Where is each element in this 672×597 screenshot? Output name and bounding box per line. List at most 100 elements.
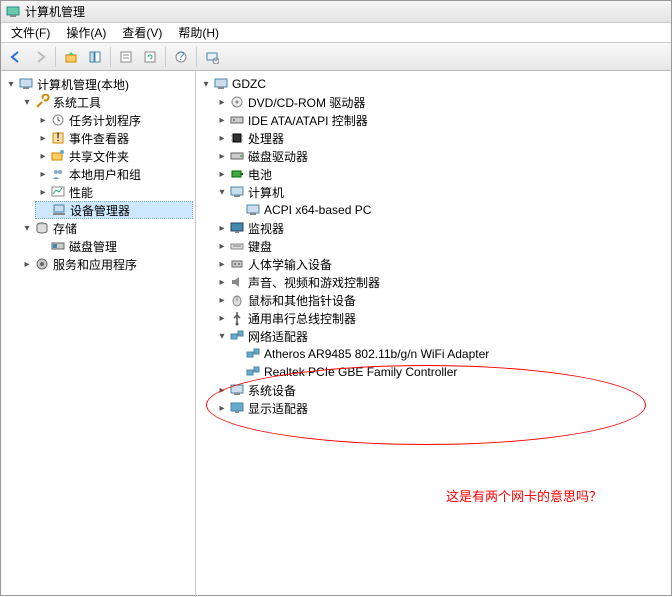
menu-help[interactable]: 帮助(H)	[172, 22, 225, 43]
node-battery[interactable]: ▸ 电池	[214, 165, 669, 183]
node-label: 鼠标和其他指针设备	[248, 292, 356, 309]
node-ide[interactable]: ▸IDE ATA/ATAPI 控制器	[214, 111, 669, 129]
node-label: 事件查看器	[69, 130, 129, 147]
sound-icon	[229, 274, 245, 290]
collapse-icon[interactable]: ▾	[21, 222, 33, 234]
clock-icon	[50, 112, 66, 128]
node-sound[interactable]: ▸ 声音、视频和游戏控制器	[214, 273, 669, 291]
node-performance[interactable]: ▸性能	[35, 183, 193, 201]
collapse-icon[interactable]: ▾	[200, 78, 212, 90]
menu-action[interactable]: 操作(A)	[60, 22, 112, 43]
expand-icon[interactable]: ▸	[216, 168, 228, 180]
node-label: 本地用户和组	[69, 166, 141, 183]
node-disk-mgmt[interactable]: 磁盘管理	[35, 237, 193, 255]
node-acpi[interactable]: ACPI x64-based PC	[230, 201, 669, 219]
node-label: 设备管理器	[70, 202, 130, 219]
node-label: Realtek PCIe GBE Family Controller	[264, 365, 457, 379]
help-button[interactable]: ?	[170, 46, 192, 68]
node-storage[interactable]: ▾ 存储	[19, 219, 193, 237]
show-hide-button[interactable]	[84, 46, 106, 68]
expand-icon[interactable]: ▸	[216, 222, 228, 234]
services-icon	[34, 256, 50, 272]
expand-icon[interactable]: ▸	[216, 96, 228, 108]
collapse-icon[interactable]: ▾	[21, 96, 33, 108]
expand-icon[interactable]: ▸	[216, 384, 228, 396]
expand-icon[interactable]: ▸	[216, 240, 228, 252]
node-task-scheduler[interactable]: ▸任务计划程序	[35, 111, 193, 129]
node-label: GDZC	[232, 77, 266, 91]
svg-text:?: ?	[178, 50, 185, 63]
node-device-manager[interactable]: 设备管理器	[35, 201, 193, 219]
node-label: DVD/CD-ROM 驱动器	[248, 94, 365, 111]
node-mouse[interactable]: ▸ 鼠标和其他指针设备	[214, 291, 669, 309]
node-computer-root[interactable]: ▾ GDZC	[198, 75, 669, 93]
expand-icon[interactable]: ▸	[216, 294, 228, 306]
left-pane: ▾ 计算机管理(本地) ▾ 系统工具 ▸任务计划程序 ▸!事件查看器	[1, 71, 196, 597]
forward-button[interactable]	[29, 46, 51, 68]
node-monitor[interactable]: ▸监视器	[214, 219, 669, 237]
menu-view[interactable]: 查看(V)	[116, 22, 168, 43]
computer-icon	[245, 202, 261, 218]
expand-icon[interactable]: ▸	[216, 402, 228, 414]
node-label: 服务和应用程序	[53, 256, 137, 273]
expand-icon[interactable]: ▸	[216, 150, 228, 162]
expand-icon[interactable]: ▸	[37, 114, 49, 126]
node-cpu[interactable]: ▸处理器	[214, 129, 669, 147]
node-label: 电池	[248, 166, 272, 183]
blank-icon	[232, 348, 244, 360]
refresh-button[interactable]	[139, 46, 161, 68]
node-ethernet-adapter[interactable]: Realtek PCIe GBE Family Controller	[230, 363, 669, 381]
app-icon	[5, 4, 21, 20]
storage-icon	[34, 220, 50, 236]
scan-button[interactable]	[201, 46, 223, 68]
up-button[interactable]	[60, 46, 82, 68]
node-root[interactable]: ▾ 计算机管理(本地)	[3, 75, 193, 93]
node-sysdev[interactable]: ▸系统设备	[214, 381, 669, 399]
collapse-icon[interactable]: ▾	[216, 330, 228, 342]
expand-icon[interactable]: ▸	[21, 258, 33, 270]
node-label: 磁盘管理	[69, 238, 117, 255]
titlebar: 计算机管理	[1, 1, 671, 23]
collapse-icon[interactable]: ▾	[5, 78, 17, 90]
expand-icon[interactable]: ▸	[37, 150, 49, 162]
node-dvd[interactable]: ▸ DVD/CD-ROM 驱动器	[214, 93, 669, 111]
node-event-viewer[interactable]: ▸!事件查看器	[35, 129, 193, 147]
collapse-icon[interactable]: ▾	[216, 186, 228, 198]
toolbar-separator	[165, 47, 166, 67]
node-netadapter[interactable]: ▾网络适配器	[214, 327, 669, 345]
expand-icon[interactable]: ▸	[216, 258, 228, 270]
menu-file[interactable]: 文件(F)	[5, 22, 56, 43]
computer-mgmt-icon	[18, 76, 34, 92]
share-icon	[50, 148, 66, 164]
node-computer-cat[interactable]: ▾ 计算机	[214, 183, 669, 201]
expand-icon[interactable]: ▸	[37, 132, 49, 144]
node-system-tools[interactable]: ▾ 系统工具	[19, 93, 193, 111]
back-button[interactable]	[5, 46, 27, 68]
expand-icon[interactable]: ▸	[216, 132, 228, 144]
network-icon	[229, 328, 245, 344]
node-local-users[interactable]: ▸ 本地用户和组	[35, 165, 193, 183]
expand-icon[interactable]: ▸	[216, 276, 228, 288]
node-usb[interactable]: ▸通用串行总线控制器	[214, 309, 669, 327]
expand-icon[interactable]: ▸	[37, 168, 49, 180]
expand-icon[interactable]: ▸	[37, 186, 49, 198]
dvd-icon	[229, 94, 245, 110]
blank-icon	[232, 204, 244, 216]
properties-button[interactable]	[115, 46, 137, 68]
node-label: 声音、视频和游戏控制器	[248, 274, 380, 291]
node-label: 键盘	[248, 238, 272, 255]
node-disk-drives[interactable]: ▸ 磁盘驱动器	[214, 147, 669, 165]
node-hid[interactable]: ▸人体学输入设备	[214, 255, 669, 273]
node-services[interactable]: ▸ 服务和应用程序	[19, 255, 193, 273]
node-label: 磁盘驱动器	[248, 148, 308, 165]
node-shared-folders[interactable]: ▸共享文件夹	[35, 147, 193, 165]
system-icon	[229, 382, 245, 398]
node-wifi-adapter[interactable]: Atheros AR9485 802.11b/g/n WiFi Adapter	[230, 345, 669, 363]
device-mgr-icon	[51, 202, 67, 218]
expand-icon[interactable]: ▸	[216, 114, 228, 126]
node-keyboard[interactable]: ▸ 键盘	[214, 237, 669, 255]
node-label: 计算机	[248, 184, 284, 201]
node-label: 存储	[53, 220, 77, 237]
node-display[interactable]: ▸显示适配器	[214, 399, 669, 417]
expand-icon[interactable]: ▸	[216, 312, 228, 324]
